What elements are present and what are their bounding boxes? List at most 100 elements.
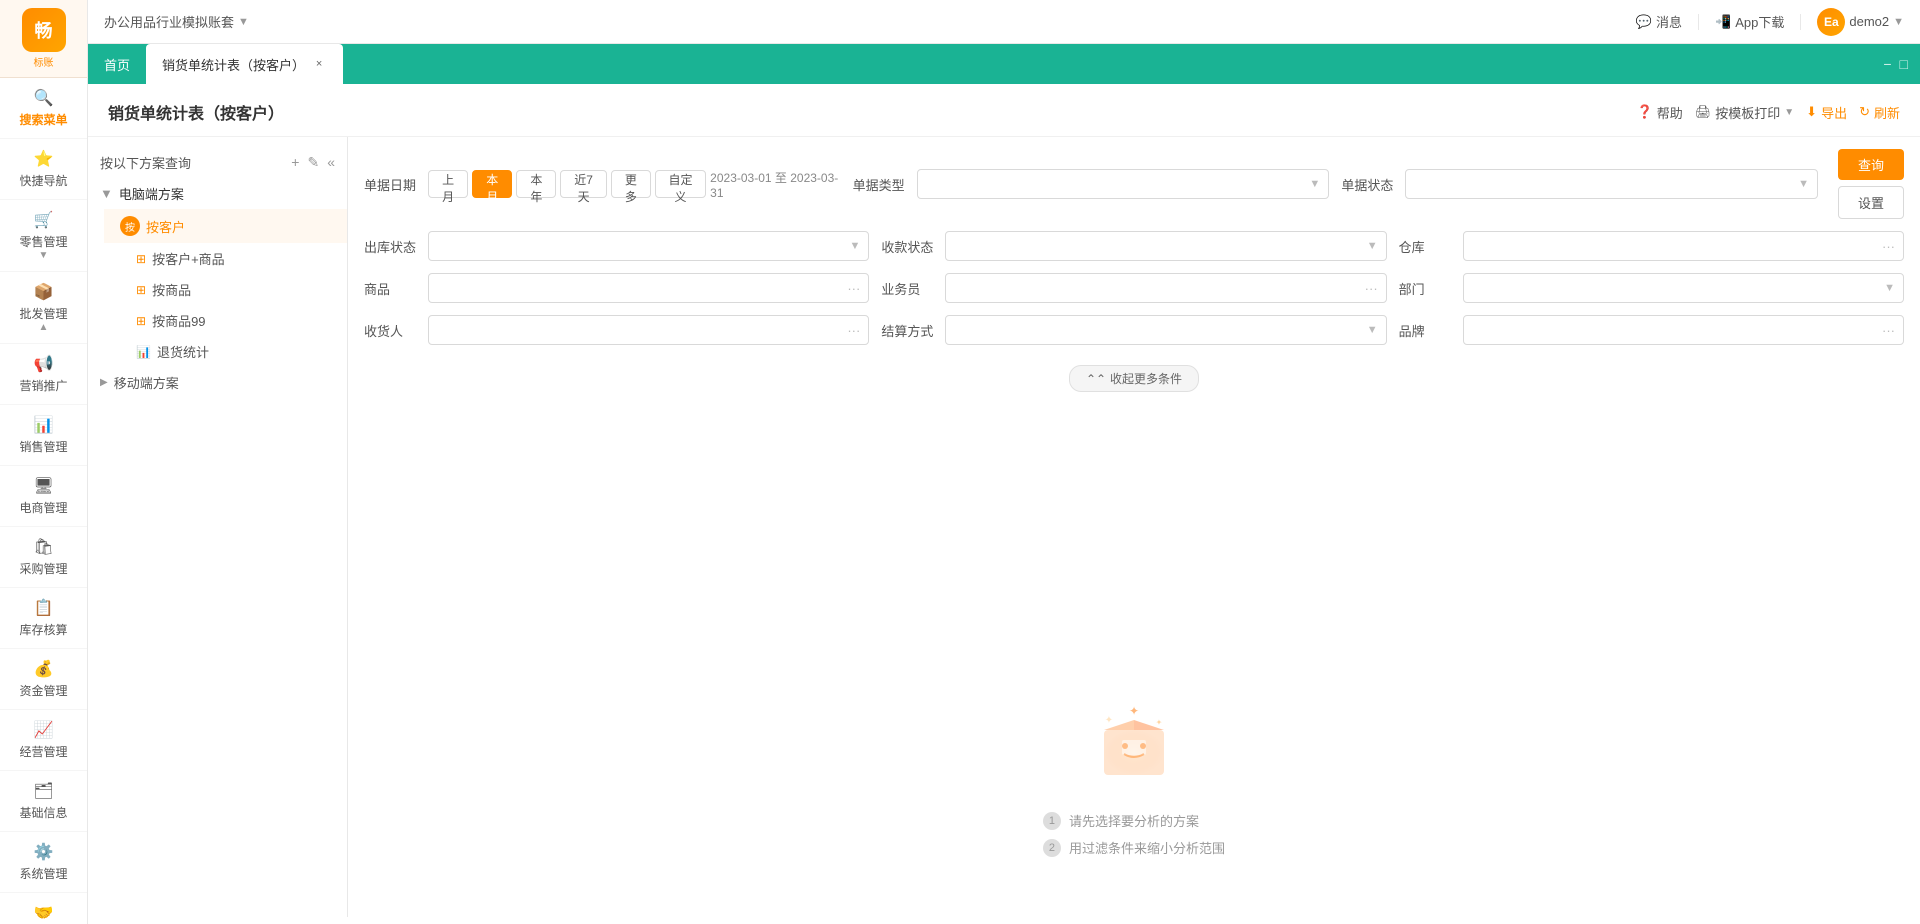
- print-chevron-icon: ▼: [1784, 107, 1794, 118]
- empty-illustration: ✦ ✦ ✦: [1074, 675, 1194, 795]
- tab-home[interactable]: 首页: [88, 44, 146, 84]
- receiver-dots-icon[interactable]: ···: [847, 323, 860, 338]
- app-download-button[interactable]: 📲 App下载: [1715, 12, 1784, 31]
- brand-input[interactable]: ···: [1463, 315, 1904, 345]
- order-type-input[interactable]: ▼: [917, 169, 1330, 199]
- help-icon: ❓: [1637, 104, 1653, 120]
- scheme-panel-icons: + ✎ «: [291, 154, 335, 171]
- warehouse-dots-icon[interactable]: ···: [1882, 239, 1895, 254]
- sales-icon: 📊: [34, 415, 54, 435]
- salesperson-dots-icon[interactable]: ···: [1365, 281, 1378, 296]
- filter-area: 按以下方案查询 + ✎ « ▼ 电脑端方案 按 按: [88, 137, 1920, 917]
- sidebar-item-cooperation[interactable]: 🤝 企业协同: [0, 893, 87, 924]
- refresh-button[interactable]: ↻ 刷新: [1859, 103, 1900, 122]
- date-btn-last-month[interactable]: 上月: [428, 170, 468, 198]
- settlement-input[interactable]: ▼: [945, 315, 1386, 345]
- sidebar-item-inventory[interactable]: 📋 库存核算: [0, 588, 87, 649]
- sub-icon-1: ⊞: [136, 252, 146, 266]
- date-btn-custom[interactable]: 自定义: [655, 170, 706, 198]
- sidebar-item-wholesale[interactable]: 📦 批发管理 ▲: [0, 272, 87, 344]
- main-area: 办公用品行业模拟账套 ▼ 💬 消息 📲 App下载 Ea demo2 ▼: [88, 0, 1920, 924]
- retail-icon: 🛒: [34, 210, 54, 230]
- desktop-scheme-header[interactable]: ▼ 电脑端方案: [88, 178, 347, 209]
- scheme-add-icon[interactable]: +: [291, 154, 299, 171]
- sub-icon-3: ⊞: [136, 314, 146, 328]
- date-btn-more[interactable]: 更多: [611, 170, 651, 198]
- print-template-button[interactable]: 🖨 按模板打印 ▼: [1695, 103, 1794, 122]
- sidebar-item-ecommerce[interactable]: 🖥 电商管理: [0, 466, 87, 527]
- scheme-item-by-product[interactable]: ⊞ 按商品: [104, 274, 347, 305]
- scheme-sub-item-label: 按商品99: [152, 311, 205, 330]
- sidebar-item-label: 营销推广: [19, 377, 67, 394]
- collapse-button[interactable]: ⌃⌃ 收起更多条件: [1069, 365, 1199, 392]
- industry-selector[interactable]: 办公用品行业模拟账套 ▼: [104, 12, 249, 31]
- salesperson-input[interactable]: ···: [945, 273, 1386, 303]
- divider: [1698, 14, 1699, 30]
- date-btn-this-month[interactable]: 本月: [472, 170, 512, 198]
- tab-current[interactable]: 销货单统计表（按客户） ×: [146, 44, 343, 84]
- settings-button[interactable]: 设置: [1838, 186, 1904, 219]
- export-button[interactable]: ⬇ 导出: [1806, 103, 1847, 122]
- desktop-scheme-group: 按 按客户 ⊞ 按客户+商品 ⊞ 按商品 ⊞ 按: [88, 209, 347, 367]
- date-btn-7days[interactable]: 近7天: [560, 170, 606, 198]
- mobile-scheme-section[interactable]: ▶ 移动端方案: [88, 367, 347, 398]
- warehouse-input[interactable]: ···: [1463, 231, 1904, 261]
- scheme-item-by-customer[interactable]: 按 按客户: [104, 209, 347, 243]
- shipment-label: 出库状态: [364, 237, 420, 256]
- sidebar-item-quicknav[interactable]: ⭐ 快捷导航: [0, 139, 87, 200]
- sidebar-item-purchase[interactable]: 🛍 采购管理: [0, 527, 87, 588]
- payment-status-input[interactable]: ▼: [945, 231, 1386, 261]
- content-area: 销货单统计表（按客户） ❓ 帮助 🖨 按模板打印 ▼ ⬇ 导出 ↻ 刷新: [88, 84, 1920, 924]
- receiver-filter-item: 收货人 ···: [364, 315, 869, 345]
- brand-dots-icon[interactable]: ···: [1882, 323, 1895, 338]
- scheme-item-by-product99[interactable]: ⊞ 按商品99: [104, 305, 347, 336]
- order-status-input[interactable]: ▼: [1405, 169, 1818, 199]
- sidebar-item-retail[interactable]: 🛒 零售管理 ▼: [0, 200, 87, 272]
- sidebar-item-finance[interactable]: 💰 资金管理: [0, 649, 87, 710]
- product-dots-icon[interactable]: ···: [847, 281, 860, 296]
- desktop-arrow-icon: ▼: [100, 186, 113, 201]
- shipment-filter-item: 出库状态 ▼: [364, 231, 869, 261]
- window-maximize-button[interactable]: □: [1900, 56, 1908, 72]
- empty-step-1-text: 请先选择要分析的方案: [1069, 811, 1199, 830]
- filter-row-2: 出库状态 ▼ 收款状态 ▼: [364, 231, 1904, 261]
- scheme-collapse-icon[interactable]: «: [327, 154, 335, 171]
- receiver-label: 收货人: [364, 321, 420, 340]
- scheme-item-return-stats[interactable]: 📊 退货统计: [104, 336, 347, 367]
- system-icon: ⚙️: [34, 842, 54, 862]
- scheme-sub-item-label: 按客户+商品: [152, 249, 225, 268]
- help-button[interactable]: ❓ 帮助: [1637, 103, 1683, 122]
- sidebar-item-marketing[interactable]: 📢 营销推广: [0, 344, 87, 405]
- window-minimize-button[interactable]: −: [1883, 56, 1891, 72]
- scheme-edit-icon[interactable]: ✎: [307, 154, 319, 171]
- top-header: 办公用品行业模拟账套 ▼ 💬 消息 📲 App下载 Ea demo2 ▼: [88, 0, 1920, 44]
- sidebar-item-base[interactable]: 🗂 基础信息: [0, 771, 87, 832]
- scheme-panel: 按以下方案查询 + ✎ « ▼ 电脑端方案 按 按: [88, 137, 348, 917]
- salesperson-filter-item: 业务员 ···: [881, 273, 1386, 303]
- salesperson-label: 业务员: [881, 279, 937, 298]
- page-header: 销货单统计表（按客户） ❓ 帮助 🖨 按模板打印 ▼ ⬇ 导出 ↻ 刷新: [88, 84, 1920, 137]
- sidebar-item-operations[interactable]: 📈 经营管理: [0, 710, 87, 771]
- home-tab-label: 首页: [104, 55, 130, 74]
- date-btn-this-year[interactable]: 本年: [516, 170, 556, 198]
- department-input[interactable]: ▼: [1463, 273, 1904, 303]
- quicknav-icon: ⭐: [34, 149, 54, 169]
- sidebar-item-system[interactable]: ⚙️ 系统管理: [0, 832, 87, 893]
- download-icon: 📲: [1715, 14, 1731, 30]
- header-left: 办公用品行业模拟账套 ▼: [104, 12, 249, 31]
- warehouse-filter-item: 仓库 ···: [1399, 231, 1904, 261]
- scheme-item-by-customer-product[interactable]: ⊞ 按客户+商品: [104, 243, 347, 274]
- message-button[interactable]: 💬 消息: [1636, 12, 1682, 31]
- receiver-input[interactable]: ···: [428, 315, 869, 345]
- department-filter-item: 部门 ▼: [1399, 273, 1904, 303]
- sidebar-item-label: 库存核算: [19, 621, 67, 638]
- user-menu[interactable]: Ea demo2 ▼: [1817, 8, 1904, 36]
- sidebar-item-sales[interactable]: 📊 销售管理: [0, 405, 87, 466]
- shipment-input[interactable]: ▼: [428, 231, 869, 261]
- query-button[interactable]: 查询: [1838, 149, 1904, 180]
- sidebar-item-search[interactable]: 🔍 搜索菜单: [0, 78, 87, 139]
- ecommerce-icon: 🖥: [33, 476, 53, 496]
- product-input[interactable]: ···: [428, 273, 869, 303]
- tab-close-button[interactable]: ×: [311, 56, 327, 72]
- filter-row-1: 单据日期 上月 本月 本年 近7天 更多 自定义 2023-03-01 至 20…: [364, 149, 1904, 219]
